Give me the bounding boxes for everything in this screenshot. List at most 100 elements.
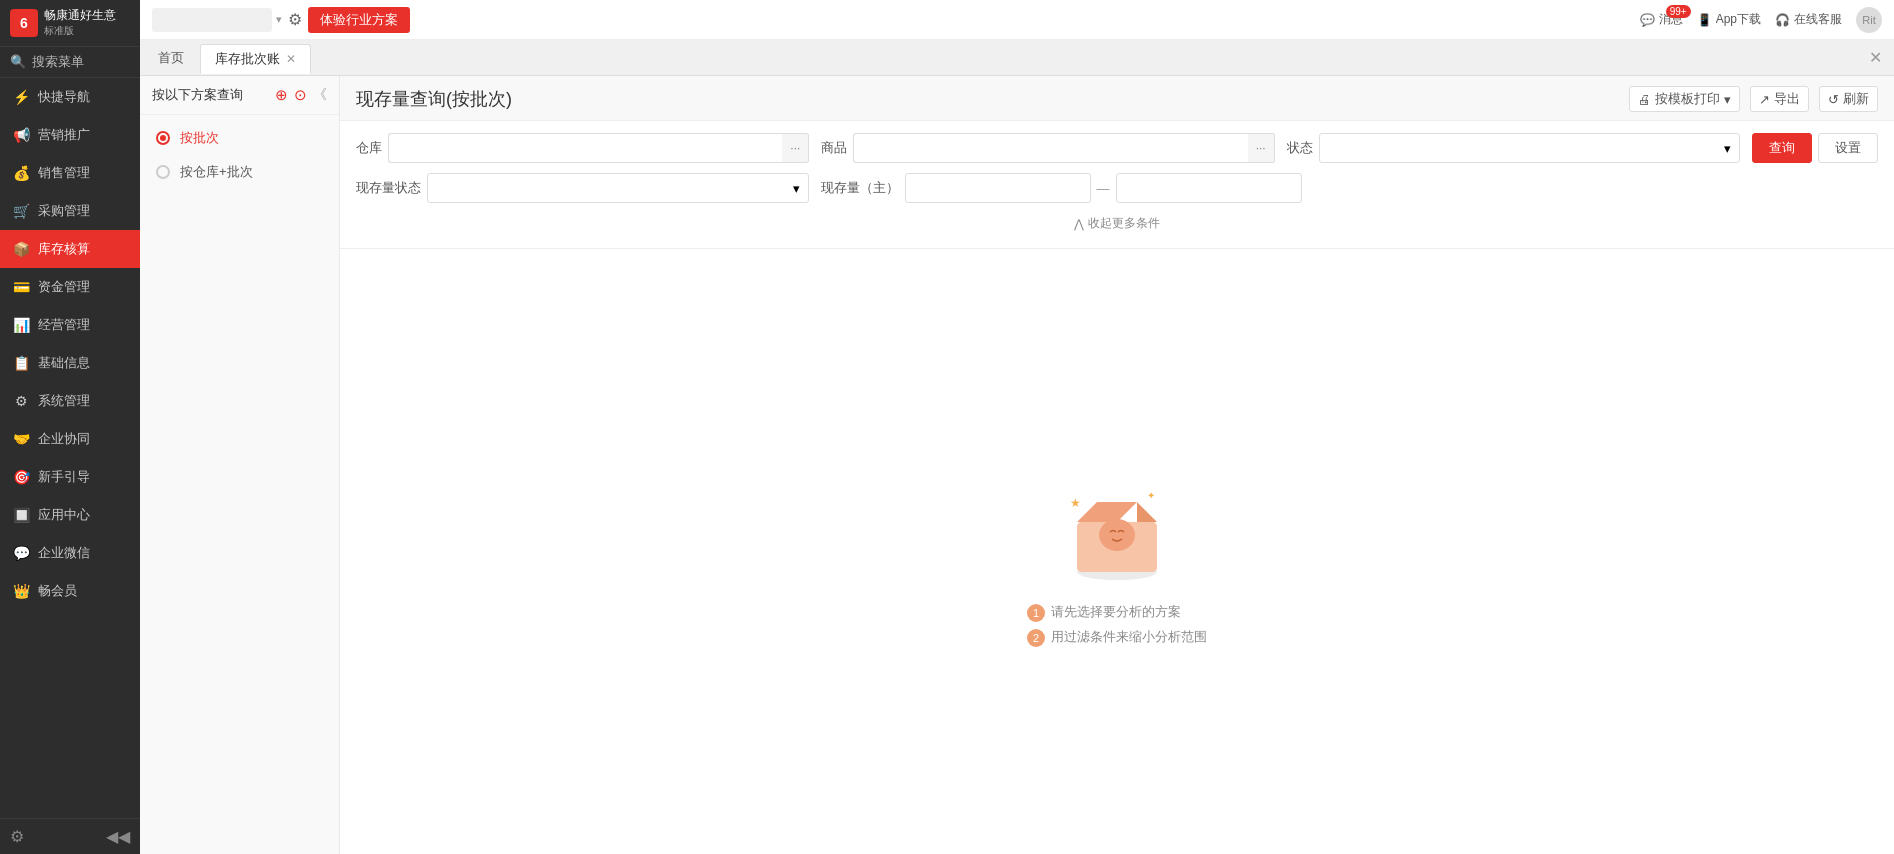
topbar-chevron-icon[interactable]: ▾ bbox=[276, 13, 282, 26]
sidebar-item-member[interactable]: 👑 畅会员 bbox=[0, 572, 140, 610]
sidebar-item-label: 资金管理 bbox=[38, 278, 90, 296]
sidebar-item-label: 库存核算 bbox=[38, 240, 90, 258]
warehouse-input[interactable] bbox=[388, 133, 782, 163]
filter-panel: 按以下方案查询 ⊕ ⊙ 《 按批次 按仓库 bbox=[140, 76, 340, 854]
app-download-button[interactable]: 📱 App下载 bbox=[1697, 11, 1761, 28]
topbar-search-input[interactable] bbox=[152, 8, 272, 32]
basic-icon: 📋 bbox=[12, 354, 30, 372]
tab-home[interactable]: 首页 bbox=[144, 43, 198, 73]
product-more-button[interactable]: ··· bbox=[1248, 133, 1275, 163]
empty-hint-1-text: 请先选择要分析的方案 bbox=[1051, 603, 1181, 621]
topbar-settings-icon[interactable]: ⚙ bbox=[288, 10, 302, 29]
sidebar-item-label: 采购管理 bbox=[38, 202, 90, 220]
print-button[interactable]: 🖨 按模板打印 ▾ bbox=[1629, 86, 1740, 112]
export-button[interactable]: ↗ 导出 bbox=[1750, 86, 1809, 112]
sidebar-item-marketing[interactable]: 📢 营销推广 bbox=[0, 116, 140, 154]
sales-icon: 💰 bbox=[12, 164, 30, 182]
sidebar-item-finance[interactable]: 💳 资金管理 bbox=[0, 268, 140, 306]
sidebar-item-label: 系统管理 bbox=[38, 392, 90, 410]
tabbar-close-button[interactable]: ✕ bbox=[1861, 48, 1890, 67]
filter-item-by-batch[interactable]: 按批次 bbox=[140, 121, 339, 155]
filter-item-by-warehouse-batch[interactable]: 按仓库+批次 bbox=[140, 155, 339, 189]
stock-amount-max-input[interactable] bbox=[1116, 173, 1302, 203]
collapse-more-button[interactable]: ⋀ 收起更多条件 bbox=[356, 211, 1878, 236]
filter-collapse-icon[interactable]: 《 bbox=[313, 86, 327, 104]
empty-illustration-svg: ★ ✦ bbox=[1052, 457, 1182, 587]
topbar-right: 💬 消息 99+ 📱 App下载 🎧 在线客服 Rit bbox=[1640, 7, 1882, 33]
refresh-button[interactable]: ↺ 刷新 bbox=[1819, 86, 1878, 112]
sidebar-item-operation[interactable]: 📊 经营管理 bbox=[0, 306, 140, 344]
edition-label: 标准版 bbox=[44, 24, 116, 38]
settings-icon[interactable]: ⚙ bbox=[10, 827, 24, 846]
sidebar-item-label: 企业微信 bbox=[38, 544, 90, 562]
member-icon: 👑 bbox=[12, 582, 30, 600]
enterprise-icon: 🤝 bbox=[12, 430, 30, 448]
main-area: ▾ ⚙ 体验行业方案 💬 消息 99+ 📱 App下载 🎧 在线客服 Rit bbox=[140, 0, 1894, 854]
status-chevron-icon: ▾ bbox=[1724, 141, 1731, 156]
export-icon: ↗ bbox=[1759, 92, 1770, 107]
sidebar-item-label: 应用中心 bbox=[38, 506, 90, 524]
sidebar: 6 畅康通好生意 标准版 🔍 搜索菜单 ⚡ 快捷导航 📢 营销推广 💰 销售管理… bbox=[0, 0, 140, 854]
sidebar-item-appstore[interactable]: 🔲 应用中心 bbox=[0, 496, 140, 534]
page-title: 现存量查询(按批次) bbox=[356, 87, 512, 111]
print-dropdown-icon[interactable]: ▾ bbox=[1724, 92, 1731, 107]
topbar-left: ▾ ⚙ 体验行业方案 bbox=[152, 7, 1630, 33]
search-menu-item[interactable]: 🔍 搜索菜单 bbox=[0, 47, 140, 78]
collapse-sidebar-icon[interactable]: ◀◀ bbox=[106, 827, 130, 846]
user-menu-button[interactable]: Rit bbox=[1856, 7, 1882, 33]
main-panel: 现存量查询(按批次) 🖨 按模板打印 ▾ ↗ 导出 ↺ 刷新 bbox=[340, 76, 1894, 854]
sidebar-item-basic[interactable]: 📋 基础信息 bbox=[0, 344, 140, 382]
tabbar: 首页 库存批次账 ✕ ✕ bbox=[140, 40, 1894, 76]
tab-batch-account[interactable]: 库存批次账 ✕ bbox=[200, 44, 311, 74]
quick-nav-icon: ⚡ bbox=[12, 88, 30, 106]
print-icon: 🖨 bbox=[1638, 92, 1651, 107]
settings-button[interactable]: 设置 bbox=[1818, 133, 1878, 163]
filter-item-icon bbox=[154, 129, 172, 147]
radio-by-warehouse-batch bbox=[156, 165, 170, 179]
stock-amount-min-input[interactable] bbox=[905, 173, 1091, 203]
collapse-label: 收起更多条件 bbox=[1088, 215, 1160, 232]
sidebar-item-quick-nav[interactable]: ⚡ 快捷导航 bbox=[0, 78, 140, 116]
search-menu-label: 搜索菜单 bbox=[32, 53, 84, 71]
status-select[interactable]: ▾ bbox=[1319, 133, 1740, 163]
sidebar-item-inventory[interactable]: 📦 库存核算 bbox=[0, 230, 140, 268]
finance-icon: 💳 bbox=[12, 278, 30, 296]
warehouse-label: 仓库 bbox=[356, 139, 382, 157]
sidebar-item-enterprise[interactable]: 🤝 企业协同 bbox=[0, 420, 140, 458]
headset-icon: 🎧 bbox=[1775, 13, 1790, 27]
sidebar-nav: ⚡ 快捷导航 📢 营销推广 💰 销售管理 🛒 采购管理 📦 库存核算 💳 资金管… bbox=[0, 78, 140, 818]
experience-industry-button[interactable]: 体验行业方案 bbox=[308, 7, 410, 33]
stock-status-select[interactable]: ▾ bbox=[427, 173, 809, 203]
filter-item-label: 按批次 bbox=[180, 129, 219, 147]
system-icon: ⚙ bbox=[12, 392, 30, 410]
sidebar-item-sales[interactable]: 💰 销售管理 bbox=[0, 154, 140, 192]
topbar: ▾ ⚙ 体验行业方案 💬 消息 99+ 📱 App下载 🎧 在线客服 Rit bbox=[140, 0, 1894, 40]
sidebar-item-label: 快捷导航 bbox=[38, 88, 90, 106]
inventory-icon: 📦 bbox=[12, 240, 30, 258]
query-form: 仓库 ··· 商品 ··· bbox=[340, 121, 1894, 249]
online-service-button[interactable]: 🎧 在线客服 bbox=[1775, 11, 1842, 28]
page-header: 现存量查询(按批次) 🖨 按模板打印 ▾ ↗ 导出 ↺ 刷新 bbox=[340, 76, 1894, 121]
sidebar-item-system[interactable]: ⚙ 系统管理 bbox=[0, 382, 140, 420]
tab-close-icon[interactable]: ✕ bbox=[286, 52, 296, 66]
refresh-icon: ↺ bbox=[1828, 92, 1839, 107]
messages-button[interactable]: 💬 消息 99+ bbox=[1640, 11, 1683, 28]
filter-item-label: 按仓库+批次 bbox=[180, 163, 253, 181]
sidebar-item-purchase[interactable]: 🛒 采购管理 bbox=[0, 192, 140, 230]
wechat-icon: 💬 bbox=[12, 544, 30, 562]
filter-settings-icon[interactable]: ⊙ bbox=[294, 86, 307, 104]
filter-items-list: 按批次 按仓库+批次 bbox=[140, 115, 339, 195]
sidebar-item-newbie[interactable]: 🎯 新手引导 bbox=[0, 458, 140, 496]
status-label: 状态 bbox=[1287, 139, 1313, 157]
empty-hints: 1 请先选择要分析的方案 2 用过滤条件来缩小分析范围 bbox=[1027, 603, 1207, 647]
filter-add-icon[interactable]: ⊕ bbox=[275, 86, 288, 104]
sidebar-item-label: 畅会员 bbox=[38, 582, 77, 600]
newbie-icon: 🎯 bbox=[12, 468, 30, 486]
product-input[interactable] bbox=[853, 133, 1247, 163]
sidebar-item-wechat[interactable]: 💬 企业微信 bbox=[0, 534, 140, 572]
phone-icon: 📱 bbox=[1697, 13, 1712, 27]
stock-amount-label: 现存量（主） bbox=[821, 179, 899, 197]
appstore-icon: 🔲 bbox=[12, 506, 30, 524]
query-button[interactable]: 查询 bbox=[1752, 133, 1812, 163]
warehouse-more-button[interactable]: ··· bbox=[782, 133, 809, 163]
